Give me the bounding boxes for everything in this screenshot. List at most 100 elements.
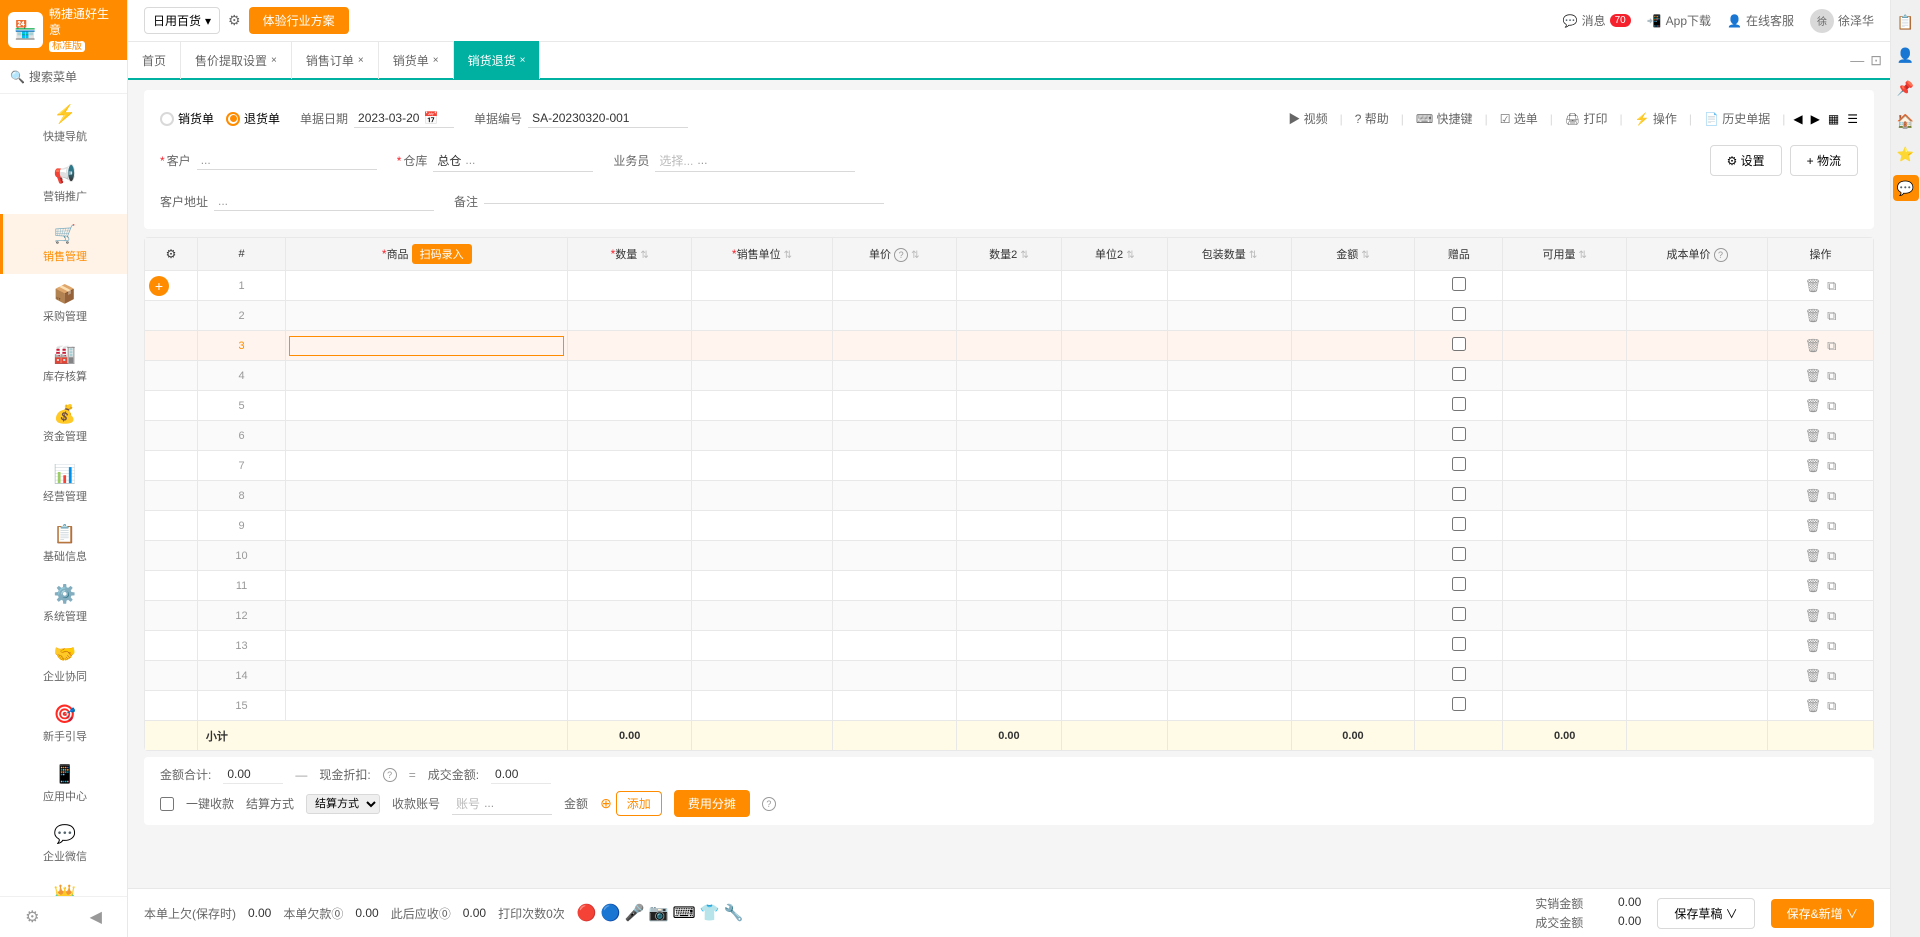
tab-sales-order[interactable]: 销售订单 × bbox=[292, 41, 379, 79]
gift-check-2[interactable] bbox=[1452, 307, 1466, 321]
panel-icon-5[interactable]: ⭐ bbox=[1897, 142, 1914, 167]
add-row-btn[interactable]: + bbox=[149, 276, 169, 296]
list-view-icon[interactable]: ☰ bbox=[1847, 112, 1858, 126]
panel-icon-6[interactable]: 💬 bbox=[1893, 175, 1919, 201]
delete-row-3-icon[interactable]: 🗑 bbox=[1805, 338, 1822, 354]
history-btn[interactable]: 📄 历史单据 bbox=[1700, 108, 1774, 129]
gift-check-11[interactable] bbox=[1452, 577, 1466, 591]
sidebar-item-system[interactable]: ⚙️ 系统管理 bbox=[0, 574, 127, 634]
select-btn[interactable]: ☑ 选单 bbox=[1496, 108, 1542, 129]
gift-check-8[interactable] bbox=[1452, 487, 1466, 501]
doc-date-input[interactable]: 2023-03-20 📅 bbox=[354, 109, 454, 128]
message-item[interactable]: 💬 消息 70 bbox=[1563, 12, 1631, 29]
address-input[interactable]: ... bbox=[214, 192, 434, 211]
logistics-btn[interactable]: + 物流 bbox=[1790, 145, 1858, 176]
th-setting[interactable]: ⚙ bbox=[145, 238, 198, 271]
copy-15-icon[interactable]: ⧉ bbox=[1827, 698, 1836, 714]
copy-14-icon[interactable]: ⧉ bbox=[1827, 668, 1836, 684]
print-btn[interactable]: 🖨 打印 bbox=[1561, 108, 1612, 129]
collapse-icon[interactable]: ◀ bbox=[90, 907, 102, 927]
one-click-checkbox[interactable] bbox=[160, 797, 174, 811]
delete-5-icon[interactable]: 🗑 bbox=[1805, 398, 1822, 414]
topbar-gear-icon[interactable]: ⚙ bbox=[228, 12, 241, 29]
copy-row-1-icon[interactable]: ⧉ bbox=[1827, 278, 1836, 294]
gift-check-13[interactable] bbox=[1452, 637, 1466, 651]
doc-no-input[interactable]: SA-20230320-001 bbox=[528, 109, 688, 128]
sidebar-item-operations[interactable]: 📊 经营管理 bbox=[0, 454, 127, 514]
next-icon[interactable]: ▶ bbox=[1811, 112, 1820, 126]
app-download-item[interactable]: 📲 App下载 bbox=[1647, 12, 1711, 29]
delete-7-icon[interactable]: 🗑 bbox=[1805, 458, 1822, 474]
minimize-icon[interactable]: — bbox=[1850, 52, 1864, 68]
gift-check-5[interactable] bbox=[1452, 397, 1466, 411]
radio-sales[interactable]: 销货单 bbox=[160, 110, 214, 127]
tab-sales-return[interactable]: 销货退货 × bbox=[454, 41, 541, 79]
sidebar-item-enterprise[interactable]: 🤝 企业协同 bbox=[0, 634, 127, 694]
customer-input[interactable]: ... bbox=[197, 151, 377, 170]
scan-btn[interactable]: 扫码录入 bbox=[412, 244, 472, 264]
sidebar-item-marketing[interactable]: 📢 营销推广 bbox=[0, 154, 127, 214]
add-btn[interactable]: 添加 bbox=[616, 791, 662, 816]
sidebar-item-guide[interactable]: 🎯 新手引导 bbox=[0, 694, 127, 754]
copy-13-icon[interactable]: ⧉ bbox=[1827, 638, 1836, 654]
copy-4-icon[interactable]: ⧉ bbox=[1827, 368, 1836, 384]
expense-split-btn[interactable]: 费用分摊 bbox=[674, 790, 750, 817]
search-menu[interactable]: 🔍 搜索菜单 bbox=[0, 60, 127, 94]
copy-row-2-icon[interactable]: ⧉ bbox=[1827, 308, 1836, 324]
tab-close-sales-order[interactable]: × bbox=[358, 55, 364, 66]
sidebar-item-finance[interactable]: 💰 资金管理 bbox=[0, 394, 127, 454]
delete-12-icon[interactable]: 🗑 bbox=[1805, 608, 1822, 624]
delete-row-1-icon[interactable]: 🗑 bbox=[1805, 278, 1822, 294]
delete-row-2-icon[interactable]: 🗑 bbox=[1805, 308, 1822, 324]
tab-close-sales[interactable]: × bbox=[433, 55, 439, 66]
delete-9-icon[interactable]: 🗑 bbox=[1805, 518, 1822, 534]
gift-check-6[interactable] bbox=[1452, 427, 1466, 441]
delete-13-icon[interactable]: 🗑 bbox=[1805, 638, 1822, 654]
gift-check-14[interactable] bbox=[1452, 667, 1466, 681]
delete-4-icon[interactable]: 🗑 bbox=[1805, 368, 1822, 384]
gift-check-12[interactable] bbox=[1452, 607, 1466, 621]
gift-check-7[interactable] bbox=[1452, 457, 1466, 471]
copy-9-icon[interactable]: ⧉ bbox=[1827, 518, 1836, 534]
panel-icon-1[interactable]: 📋 bbox=[1897, 10, 1914, 35]
product-input-3[interactable] bbox=[290, 337, 563, 355]
account-input[interactable]: 账号 ... bbox=[452, 793, 552, 815]
delete-15-icon[interactable]: 🗑 bbox=[1805, 698, 1822, 714]
setting-btn[interactable]: ⚙ 设置 bbox=[1710, 145, 1782, 176]
gift-check-15[interactable] bbox=[1452, 697, 1466, 711]
operation-btn[interactable]: ⚡ 操作 bbox=[1631, 108, 1681, 129]
warehouse-input[interactable]: 总仓 ... bbox=[433, 150, 593, 172]
online-service-item[interactable]: 👤 在线客服 bbox=[1727, 12, 1794, 29]
tab-price-setting[interactable]: 售价提取设置 × bbox=[181, 41, 292, 79]
delete-14-icon[interactable]: 🗑 bbox=[1805, 668, 1822, 684]
delete-11-icon[interactable]: 🗑 bbox=[1805, 578, 1822, 594]
delete-6-icon[interactable]: 🗑 bbox=[1805, 428, 1822, 444]
copy-11-icon[interactable]: ⧉ bbox=[1827, 578, 1836, 594]
sidebar-item-wechat[interactable]: 💬 企业微信 bbox=[0, 814, 127, 874]
save-new-btn[interactable]: 保存&新增 ∨ bbox=[1771, 899, 1874, 928]
maximize-icon[interactable]: ⊡ bbox=[1870, 52, 1882, 69]
copy-row-3-icon[interactable]: ⧉ bbox=[1827, 338, 1836, 354]
sidebar-item-purchase[interactable]: 📦 采购管理 bbox=[0, 274, 127, 334]
delete-10-icon[interactable]: 🗑 bbox=[1805, 548, 1822, 564]
copy-12-icon[interactable]: ⧉ bbox=[1827, 608, 1836, 624]
cell-product-1[interactable] bbox=[286, 271, 568, 301]
panel-icon-3[interactable]: 📌 bbox=[1897, 76, 1914, 101]
copy-6-icon[interactable]: ⧉ bbox=[1827, 428, 1836, 444]
panel-icon-2[interactable]: 👤 bbox=[1897, 43, 1914, 68]
panel-icon-4[interactable]: 🏠 bbox=[1897, 109, 1914, 134]
prev-icon[interactable]: ◀ bbox=[1793, 112, 1802, 126]
sidebar-item-sales[interactable]: 🛒 销售管理 bbox=[0, 214, 127, 274]
radio-return[interactable]: 退货单 bbox=[226, 110, 280, 127]
gift-check-9[interactable] bbox=[1452, 517, 1466, 531]
sidebar-item-basic[interactable]: 📋 基础信息 bbox=[0, 514, 127, 574]
copy-7-icon[interactable]: ⧉ bbox=[1827, 458, 1836, 474]
tab-sales[interactable]: 销货单 × bbox=[379, 41, 454, 79]
sidebar-item-apps[interactable]: 📱 应用中心 bbox=[0, 754, 127, 814]
sidebar-item-member[interactable]: 👑 畅会员 bbox=[0, 874, 127, 896]
help-btn[interactable]: ? 帮助 bbox=[1351, 108, 1393, 129]
delete-8-icon[interactable]: 🗑 bbox=[1805, 488, 1822, 504]
salesperson-input[interactable]: 选择... ... bbox=[655, 150, 855, 172]
gift-check-1[interactable] bbox=[1452, 277, 1466, 291]
business-select[interactable]: 日用百货 ▾ bbox=[144, 7, 220, 34]
